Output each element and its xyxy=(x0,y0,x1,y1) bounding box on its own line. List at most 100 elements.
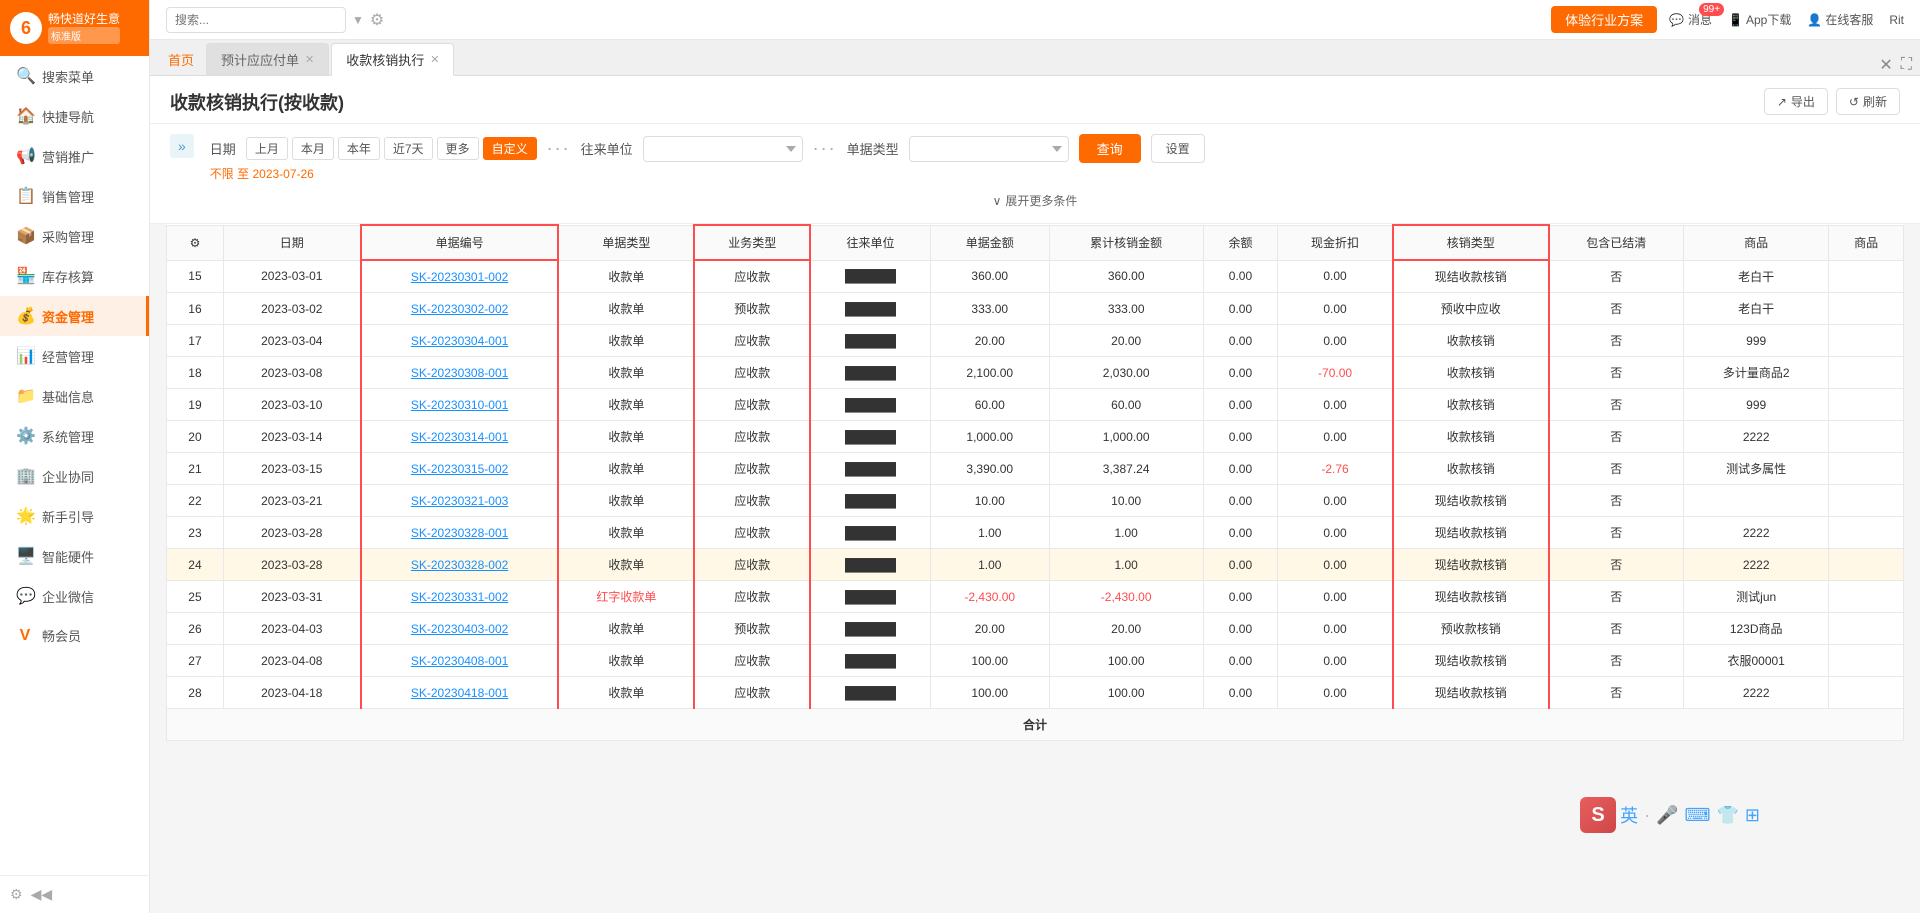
sidebar-item-operations[interactable]: 📊 经营管理 xyxy=(0,336,149,376)
sidebar-item-member[interactable]: V 畅会员 xyxy=(0,616,149,655)
topbar-gear-icon[interactable]: ⚙ xyxy=(370,10,384,30)
th-balance[interactable]: 余额 xyxy=(1203,225,1278,260)
topbar-search-input[interactable] xyxy=(166,7,346,33)
table-cell: 0.00 xyxy=(1203,325,1278,357)
biz-type-cell: 应收款 xyxy=(694,549,810,581)
sidebar-item-finance[interactable]: 💰 资金管理 xyxy=(0,296,149,336)
sidebar-item-basic[interactable]: 📁 基础信息 xyxy=(0,376,149,416)
tabbar-right-actions: ✕ ⛶ xyxy=(1879,55,1912,75)
sidebar-item-inventory[interactable]: 🏪 库存核算 xyxy=(0,256,149,296)
close-window-icon[interactable]: ✕ xyxy=(1879,55,1892,75)
tab-home[interactable]: 首页 xyxy=(158,44,204,75)
bill-no-cell[interactable]: SK-20230302-002 xyxy=(361,293,559,325)
th-discount[interactable]: 现金折扣 xyxy=(1278,225,1393,260)
bill-no-cell[interactable]: SK-20230314-001 xyxy=(361,421,559,453)
sidebar-item-label: 库存核算 xyxy=(42,267,94,286)
settings-bottom-icon[interactable]: ⚙ xyxy=(10,886,23,903)
table-cell: 26 xyxy=(167,613,224,645)
messages-button[interactable]: 💬 消息 99+ xyxy=(1669,11,1712,28)
th-bill-type[interactable]: 单据类型 xyxy=(558,225,694,260)
table-cell xyxy=(1829,485,1904,517)
filter-dots-2: ··· xyxy=(813,138,837,159)
tab-prepay-close-icon[interactable]: ✕ xyxy=(305,53,314,66)
sidebar-item-label: 搜索菜单 xyxy=(42,67,94,86)
this-year-button[interactable]: 本年 xyxy=(338,137,380,160)
tab-collection-close-icon[interactable]: ✕ xyxy=(430,53,439,66)
online-service-link[interactable]: 👤 在线客服 xyxy=(1807,11,1873,28)
sidebar-item-marketing[interactable]: 📢 营销推广 xyxy=(0,136,149,176)
sidebar-item-wechat[interactable]: 💬 企业微信 xyxy=(0,576,149,616)
bill-no-cell[interactable]: SK-20230301-002 xyxy=(361,260,559,293)
th-biz-type[interactable]: 业务类型 xyxy=(694,225,810,260)
table-cell: 16 xyxy=(167,293,224,325)
collapse-icon[interactable]: ◀◀ xyxy=(31,886,53,903)
customer-filter-input[interactable] xyxy=(643,136,803,162)
sidebar-item-sales[interactable]: 📋 销售管理 xyxy=(0,176,149,216)
query-button[interactable]: 查询 xyxy=(1079,134,1141,163)
th-date[interactable]: 日期 xyxy=(223,225,360,260)
bill-no-cell[interactable]: SK-20230308-001 xyxy=(361,357,559,389)
message-badge: 99+ xyxy=(1699,3,1724,16)
tab-collection-label: 收款核销执行 xyxy=(346,50,424,69)
th-cum-amount[interactable]: 累计核销金额 xyxy=(1049,225,1203,260)
more-date-button[interactable]: 更多 xyxy=(437,137,479,160)
table-cell: ██████ xyxy=(810,549,930,581)
bill-no-cell[interactable]: SK-20230328-001 xyxy=(361,517,559,549)
bill-no-cell[interactable]: SK-20230304-001 xyxy=(361,325,559,357)
th-product[interactable]: 商品 xyxy=(1684,225,1829,260)
bill-no-cell[interactable]: SK-20230418-001 xyxy=(361,677,559,709)
sidebar-item-guide[interactable]: 🌟 新手引导 xyxy=(0,496,149,536)
refresh-button[interactable]: ↺ 刷新 xyxy=(1836,88,1900,115)
bill-no-cell[interactable]: SK-20230321-003 xyxy=(361,485,559,517)
sidebar-item-enterprise[interactable]: 🏢 企业协同 xyxy=(0,456,149,496)
tab-collection[interactable]: 收款核销执行 ✕ xyxy=(331,43,454,76)
bill-no-cell[interactable]: SK-20230403-002 xyxy=(361,613,559,645)
tab-prepay[interactable]: 预计应应付单 ✕ xyxy=(206,43,329,75)
sidebar-item-label: 系统管理 xyxy=(42,427,94,446)
last-month-button[interactable]: 上月 xyxy=(246,137,288,160)
maximize-icon[interactable]: ⛶ xyxy=(1901,56,1912,74)
bill-no-cell[interactable]: SK-20230408-001 xyxy=(361,645,559,677)
th-amount[interactable]: 单据金额 xyxy=(930,225,1049,260)
sidebar-item-system[interactable]: ⚙️ 系统管理 xyxy=(0,416,149,456)
app-download-link[interactable]: 📱 App下载 xyxy=(1728,11,1791,28)
export-button[interactable]: ↗ 导出 xyxy=(1764,88,1828,115)
expand-more-button[interactable]: ∨ 展开更多条件 xyxy=(993,188,1078,213)
th-partner[interactable]: 往来单位 xyxy=(810,225,930,260)
bill-no-cell[interactable]: SK-20230331-002 xyxy=(361,581,559,613)
table-cell: 收款单 xyxy=(558,325,694,357)
th-gear[interactable]: ⚙ xyxy=(167,225,224,260)
table-cell: 2023-03-04 xyxy=(223,325,360,357)
user-avatar[interactable]: Rit xyxy=(1889,13,1904,27)
bill-no-cell[interactable]: SK-20230310-001 xyxy=(361,389,559,421)
sidebar-item-search[interactable]: 🔍 搜索菜单 xyxy=(0,56,149,96)
sidebar-item-label: 畅会员 xyxy=(42,626,81,645)
sidebar-item-purchase[interactable]: 📦 采购管理 xyxy=(0,216,149,256)
table-cell: 0.00 xyxy=(1203,517,1278,549)
watermark-icons: 英 · 🎤 ⌨ 👕 ⊞ xyxy=(1620,802,1760,828)
write-type-cell: 现结收款核销 xyxy=(1393,645,1549,677)
filter-toggle-button[interactable]: » xyxy=(170,134,194,158)
table-row: 212023-03-15SK-20230315-002收款单应收款██████3… xyxy=(167,453,1904,485)
th-write-type[interactable]: 核销类型 xyxy=(1393,225,1549,260)
last-7days-button[interactable]: 近7天 xyxy=(384,137,433,160)
biz-type-cell: 应收款 xyxy=(694,645,810,677)
sidebar-item-quick-nav[interactable]: 🏠 快捷导航 xyxy=(0,96,149,136)
industry-solution-button[interactable]: 体验行业方案 xyxy=(1551,6,1657,33)
guide-icon: 🌟 xyxy=(16,506,34,526)
table-cell: 25 xyxy=(167,581,224,613)
custom-date-button[interactable]: 自定义 xyxy=(483,137,537,160)
th-bill-no[interactable]: 单据编号 xyxy=(361,225,559,260)
this-month-button[interactable]: 本月 xyxy=(292,137,334,160)
settings-button[interactable]: 设置 xyxy=(1151,134,1205,163)
bill-no-cell[interactable]: SK-20230328-002 xyxy=(361,549,559,581)
biz-type-cell: 应收款 xyxy=(694,485,810,517)
watermark-icon-3: 🎤 xyxy=(1656,805,1678,826)
th-include-cleared[interactable]: 包含已结清 xyxy=(1549,225,1684,260)
bill-type-select[interactable] xyxy=(909,136,1069,162)
write-type-cell: 现结收款核销 xyxy=(1393,485,1549,517)
bill-no-cell[interactable]: SK-20230315-002 xyxy=(361,453,559,485)
sidebar-item-hardware[interactable]: 🖥️ 智能硬件 xyxy=(0,536,149,576)
th-product2[interactable]: 商品 xyxy=(1829,225,1904,260)
customer-filter-label: 往来单位 xyxy=(581,139,633,158)
